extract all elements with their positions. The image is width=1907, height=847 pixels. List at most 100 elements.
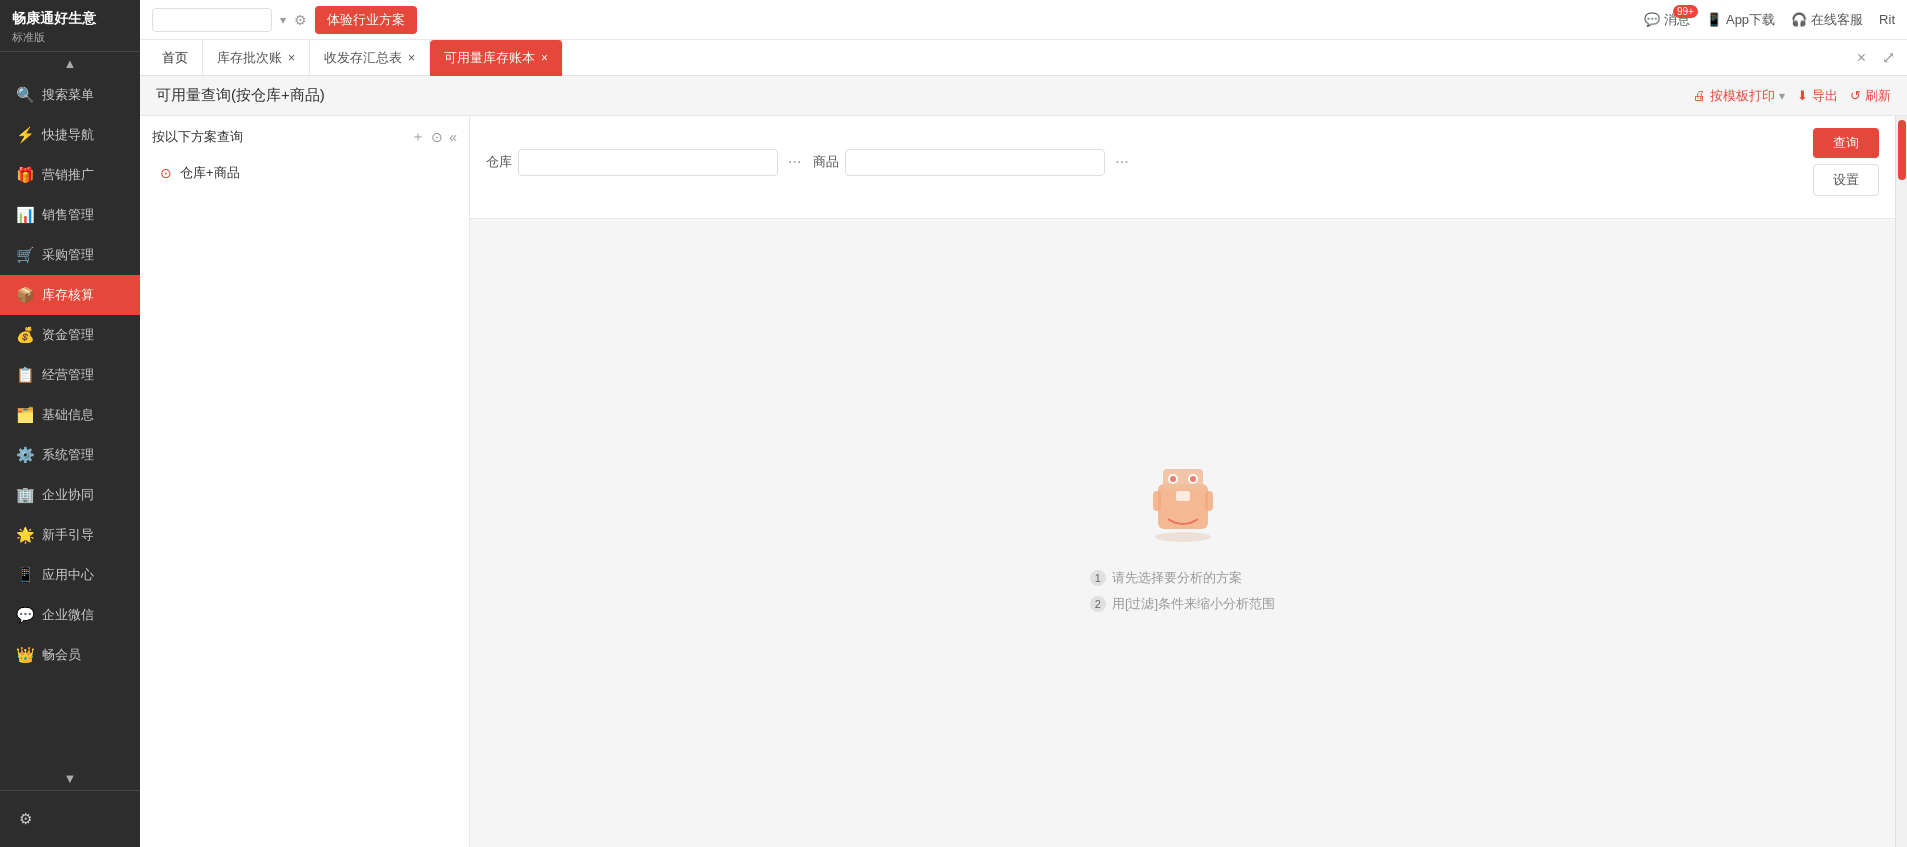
hint-num-1: 1 xyxy=(1090,570,1106,586)
user-menu[interactable]: Rit xyxy=(1879,12,1895,27)
svg-point-9 xyxy=(1155,532,1211,542)
sidebar-icon-apps: 📱 xyxy=(16,566,34,584)
sidebar-item-marketing[interactable]: 🎁 营销推广 xyxy=(0,155,140,195)
refresh-label: 刷新 xyxy=(1865,87,1891,105)
sidebar-item-search[interactable]: 🔍 搜索菜单 xyxy=(0,75,140,115)
export-button[interactable]: ⬇ 导出 xyxy=(1797,87,1838,105)
svg-point-4 xyxy=(1170,476,1176,482)
sidebar-item-sales[interactable]: 📊 销售管理 xyxy=(0,195,140,235)
sidebar-item-shortcut[interactable]: ⚡ 快捷导航 xyxy=(0,115,140,155)
app-edition: 标准版 xyxy=(12,30,128,45)
sidebar-icon-wechat: 💬 xyxy=(16,606,34,624)
tab-batch[interactable]: 库存批次账 × xyxy=(203,40,310,76)
filter-add-button[interactable]: ＋ xyxy=(411,128,425,146)
sidebar-label-member: 畅会员 xyxy=(42,646,81,664)
filter-panel-header: 按以下方案查询 ＋ ⊙ « xyxy=(152,128,457,146)
sidebar-icon-sales: 📊 xyxy=(16,206,34,224)
sidebar-item-finance[interactable]: 💰 资金管理 xyxy=(0,315,140,355)
message-button[interactable]: 💬 消息 99+ xyxy=(1644,11,1690,29)
sidebar-label-wechat: 企业微信 xyxy=(42,606,94,624)
sidebar-icon-operation: 📋 xyxy=(16,366,34,384)
tab-summary[interactable]: 收发存汇总表× xyxy=(310,40,430,76)
sidebar-item-system[interactable]: ⚙️ 系统管理 xyxy=(0,435,140,475)
filter-collapse-button[interactable]: « xyxy=(449,128,457,146)
filter-item-icon: ⊙ xyxy=(160,165,172,181)
tab-home[interactable]: 首页 xyxy=(148,40,203,76)
sidebar-item-enterprise[interactable]: 🏢 企业协同 xyxy=(0,475,140,515)
tab-actions: × ⤢ xyxy=(1853,44,1899,71)
tab-maximize-button[interactable]: ⤢ xyxy=(1878,44,1899,71)
hint-text-1: 请先选择要分析的方案 xyxy=(1112,565,1242,591)
tab-label-available: 可用量库存账本 xyxy=(444,49,535,67)
sidebar-icon-inventory: 📦 xyxy=(16,286,34,304)
tab-close-current-button[interactable]: × xyxy=(1853,45,1870,71)
online-service-label: 在线客服 xyxy=(1811,11,1863,29)
tab-close-available[interactable]: × xyxy=(541,51,548,65)
sidebar-icon-enterprise: 🏢 xyxy=(16,486,34,504)
sidebar-item-wechat[interactable]: 💬 企业微信 xyxy=(0,595,140,635)
sidebar-item-settings[interactable]: ⚙ xyxy=(0,799,140,839)
topbar-gear-icon[interactable]: ⚙ xyxy=(294,12,307,28)
sidebar-icon-search: 🔍 xyxy=(16,86,34,104)
message-icon: 💬 xyxy=(1644,12,1660,27)
query-buttons: 查询 设置 xyxy=(1813,128,1879,196)
hint-num-2: 2 xyxy=(1090,596,1106,612)
tab-close-batch[interactable]: × xyxy=(288,51,295,65)
topbar-chevron-icon[interactable]: ▾ xyxy=(280,13,286,27)
sidebar-item-inventory[interactable]: 📦 库存核算 xyxy=(0,275,140,315)
sidebar-scroll-down[interactable]: ▼ xyxy=(0,767,140,790)
sidebar-icon-basic: 🗂️ xyxy=(16,406,34,424)
sidebar: 畅康通好生意 标准版 ▲ 🔍 搜索菜单 ⚡ 快捷导航 🎁 营销推广 📊 销售管理… xyxy=(0,0,140,847)
tab-available[interactable]: 可用量库存账本 × xyxy=(430,40,563,76)
app-download-button[interactable]: 📱 App下载 xyxy=(1706,11,1775,29)
sidebar-item-member[interactable]: 👑 畅会员 xyxy=(0,635,140,675)
empty-state-icon xyxy=(1133,449,1233,549)
sidebar-item-basic[interactable]: 🗂️ 基础信息 xyxy=(0,395,140,435)
print-button[interactable]: 🖨 按模板打印 ▾ xyxy=(1693,87,1785,105)
svg-rect-0 xyxy=(1158,484,1208,529)
refresh-button[interactable]: ↺ 刷新 xyxy=(1850,87,1891,105)
tab-close-summary[interactable]: × xyxy=(408,51,415,65)
sidebar-icon-finance: 💰 xyxy=(16,326,34,344)
filter-item-仓库+商品[interactable]: ⊙ 仓库+商品 xyxy=(152,158,457,188)
empty-hint-1: 1 请先选择要分析的方案 xyxy=(1090,565,1275,591)
topbar: ▾ ⚙ 体验行业方案 💬 消息 99+ 📱 App下载 🎧 在线客服 Rit xyxy=(140,0,1907,40)
sidebar-item-apps[interactable]: 📱 应用中心 xyxy=(0,555,140,595)
sidebar-icon-marketing: 🎁 xyxy=(16,166,34,184)
trial-button[interactable]: 体验行业方案 xyxy=(315,6,417,34)
tab-label-batch: 库存批次账 xyxy=(217,49,282,67)
filter-settings-button[interactable]: ⊙ xyxy=(431,128,443,146)
print-icon: 🖨 xyxy=(1693,88,1706,103)
sidebar-label-operation: 经营管理 xyxy=(42,366,94,384)
product-label: 商品 xyxy=(813,153,839,171)
svg-rect-6 xyxy=(1176,491,1190,501)
query-row: 仓库 ··· 商品 ··· 查询 设置 xyxy=(486,128,1879,196)
empty-hint-2: 2 用[过滤]条件来缩小分析范围 xyxy=(1090,591,1275,617)
sidebar-item-purchase[interactable]: 🛒 采购管理 xyxy=(0,235,140,275)
sidebar-logo: 畅康通好生意 标准版 xyxy=(0,0,140,52)
sidebar-item-operation[interactable]: 📋 经营管理 xyxy=(0,355,140,395)
app-icon: 📱 xyxy=(1706,12,1722,27)
query-button[interactable]: 查询 xyxy=(1813,128,1879,158)
settings-button[interactable]: 设置 xyxy=(1813,164,1879,196)
online-service-button[interactable]: 🎧 在线客服 xyxy=(1791,11,1863,29)
sidebar-bottom: ⚙ xyxy=(0,790,140,847)
topbar-search-input[interactable] xyxy=(152,8,272,32)
scrollbar-handle[interactable] xyxy=(1898,120,1906,180)
warehouse-label: 仓库 xyxy=(486,153,512,171)
sidebar-label-enterprise: 企业协同 xyxy=(42,486,94,504)
app-name: 畅康通好生意 xyxy=(12,10,128,28)
svg-rect-8 xyxy=(1205,491,1213,511)
product-more-icon[interactable]: ··· xyxy=(1115,153,1128,171)
filter-panel-title: 按以下方案查询 xyxy=(152,128,243,146)
page-header: 可用量查询(按仓库+商品) 🖨 按模板打印 ▾ ⬇ 导出 ↺ 刷新 xyxy=(140,76,1907,116)
product-input[interactable] xyxy=(845,149,1105,176)
export-label: 导出 xyxy=(1812,87,1838,105)
warehouse-field: 仓库 ··· xyxy=(486,149,801,176)
warehouse-more-icon[interactable]: ··· xyxy=(788,153,801,171)
print-chevron-icon[interactable]: ▾ xyxy=(1779,89,1785,103)
sidebar-scroll-up[interactable]: ▲ xyxy=(0,52,140,75)
sidebar-item-newbie[interactable]: 🌟 新手引导 xyxy=(0,515,140,555)
refresh-icon: ↺ xyxy=(1850,88,1861,103)
warehouse-input[interactable] xyxy=(518,149,778,176)
